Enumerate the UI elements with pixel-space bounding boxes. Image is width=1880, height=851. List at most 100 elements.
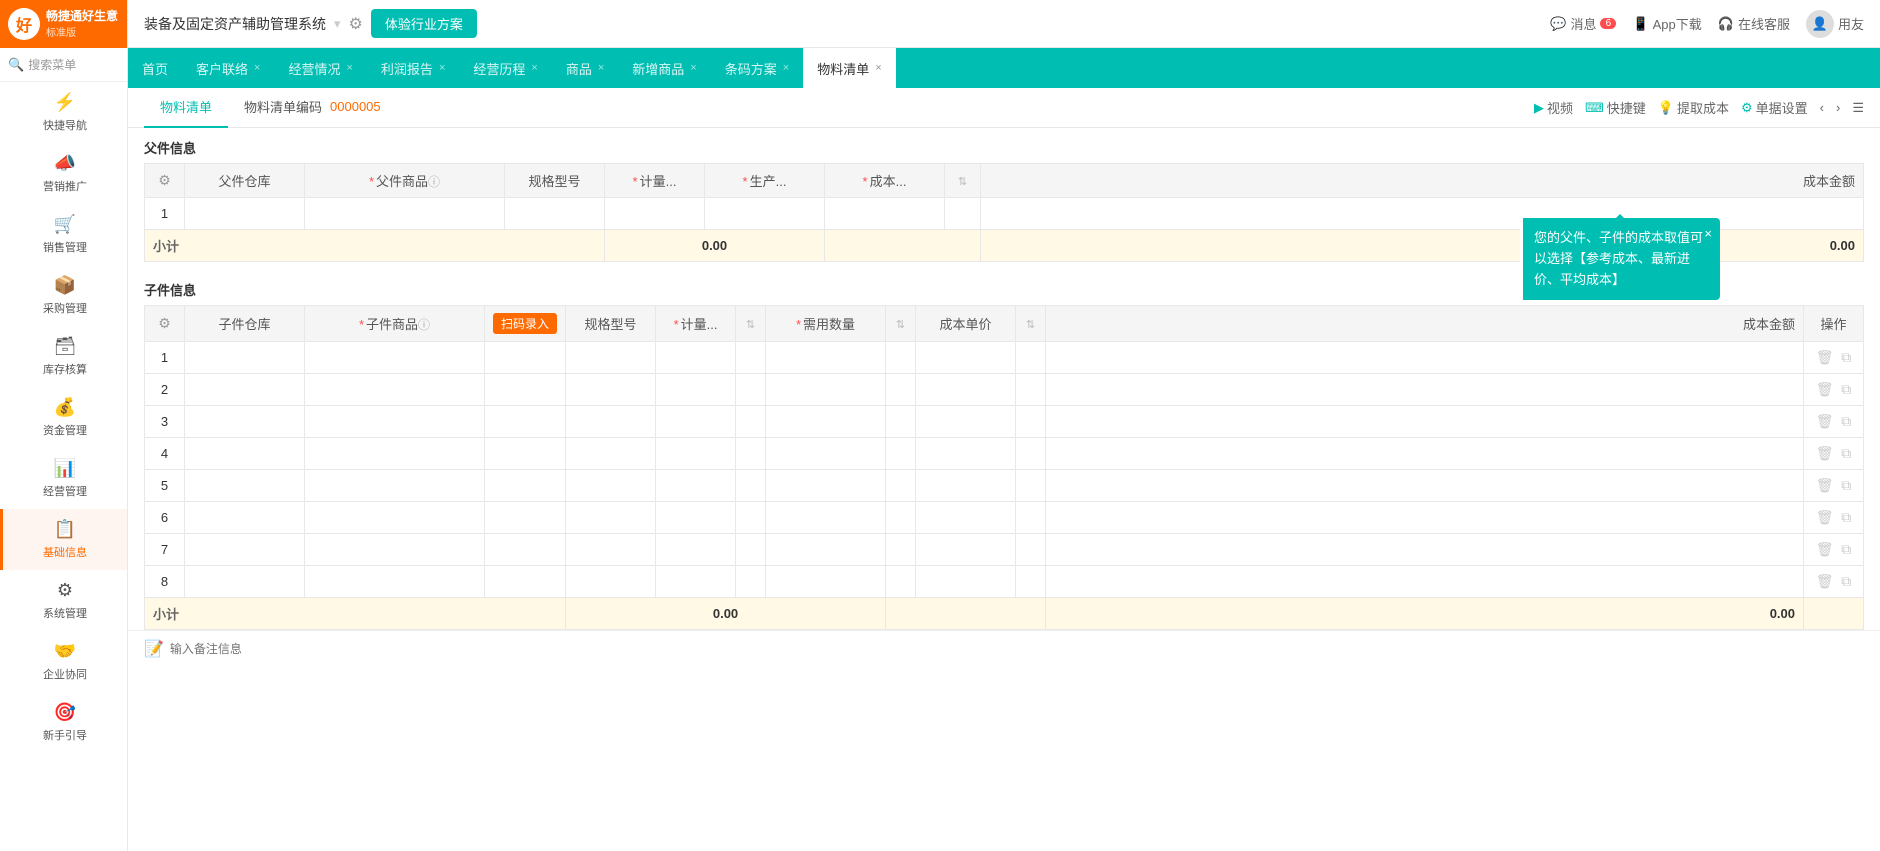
child-gear-icon[interactable]: ⚙ — [158, 315, 171, 331]
marketing-icon: 📣 — [54, 153, 76, 174]
nav-next[interactable]: › — [1836, 100, 1840, 115]
online-service-button[interactable]: 🎧 在线客服 — [1718, 14, 1790, 33]
shortcut-action[interactable]: ⌨ 快捷键 — [1585, 98, 1646, 117]
chevron-left-icon: ‹ — [1820, 100, 1824, 115]
doc-settings-action[interactable]: ⚙ 单据设置 — [1741, 98, 1808, 117]
scan-button[interactable]: 扫码录入 — [493, 313, 557, 334]
copy-icon-row7[interactable]: ⧉ — [1841, 541, 1851, 557]
child-row-1-qty[interactable] — [766, 342, 886, 374]
tab-barcode[interactable]: 条码方案 × — [711, 48, 803, 88]
child-col-spec: 规格型号 — [566, 306, 656, 342]
nav-prev[interactable]: ‹ — [1820, 100, 1824, 115]
parent-col-gear[interactable]: ⚙ — [145, 164, 185, 198]
gear-icon[interactable]: ⚙ — [158, 172, 171, 188]
tab-bom-close[interactable]: × — [875, 62, 881, 74]
sidebar-item-purchase[interactable]: 📦 采购管理 — [0, 265, 127, 326]
delete-icon-row3[interactable]: 🗑 — [1816, 413, 1834, 429]
tab-profit[interactable]: 利润报告 × — [367, 48, 459, 88]
app-download-button[interactable]: 📱 App下载 — [1632, 14, 1701, 33]
sidebar-item-basic[interactable]: 📋 基础信息 — [0, 509, 127, 570]
message-button[interactable]: 💬 消息 6 — [1550, 14, 1616, 33]
copy-icon-row1[interactable]: ⧉ — [1841, 349, 1851, 365]
child-row-5: 5 🗑 ⧉ — [145, 470, 1864, 502]
info-icon[interactable]: ⓘ — [428, 175, 440, 189]
tab-history-close[interactable]: × — [531, 62, 537, 74]
child-row-7: 7 🗑 ⧉ — [145, 534, 1864, 566]
tab-new-product-close[interactable]: × — [690, 62, 696, 74]
delete-icon-row7[interactable]: 🗑 — [1816, 541, 1834, 557]
delete-icon-row4[interactable]: 🗑 — [1816, 445, 1834, 461]
tab-customer-close[interactable]: × — [254, 62, 260, 74]
sidebar-item-marketing[interactable]: 📣 营销推广 — [0, 143, 127, 204]
tab-barcode-close[interactable]: × — [783, 62, 789, 74]
tooltip-text: 您的父件、子件的成本取值可以选择【参考成本、最新进价、平均成本】 — [1534, 230, 1703, 287]
child-row-3: 3 🗑 ⧉ — [145, 406, 1864, 438]
child-info-icon[interactable]: ⓘ — [418, 318, 430, 332]
child-row-1-unit[interactable] — [656, 342, 736, 374]
sidebar-item-operations[interactable]: 📊 经营管理 — [0, 448, 127, 509]
sidebar-item-inventory[interactable]: 🗃 库存核算 — [0, 326, 127, 387]
delete-icon-row8[interactable]: 🗑 — [1816, 573, 1834, 589]
bom-code: 0000005 — [330, 99, 381, 114]
parent-row-1-product[interactable] — [305, 198, 505, 230]
note-icon: 📝 — [144, 639, 164, 659]
tooltip-bar — [1520, 218, 1523, 300]
tab-home[interactable]: 首页 — [128, 48, 182, 88]
user-menu[interactable]: 👤 用友 — [1806, 10, 1864, 38]
trial-button[interactable]: 体验行业方案 — [371, 9, 477, 38]
extract-cost-action[interactable]: 💡 提取成本 — [1658, 98, 1729, 117]
tab-customer[interactable]: 客户联络 × — [182, 48, 274, 88]
child-col-scan[interactable]: 扫码录入 — [485, 306, 566, 342]
copy-icon-row2[interactable]: ⧉ — [1841, 381, 1851, 397]
copy-icon-row4[interactable]: ⧉ — [1841, 445, 1851, 461]
sidebar-item-system[interactable]: ⚙ 系统管理 — [0, 570, 127, 631]
subtab-bom-code[interactable]: 物料清单编码 0000005 — [228, 88, 397, 128]
note-input[interactable] — [170, 642, 1864, 656]
settings-icon[interactable]: ⚙ — [349, 14, 363, 34]
delete-icon-row1[interactable]: 🗑 — [1816, 349, 1834, 365]
parent-col-sort: ⇅ — [945, 164, 981, 198]
copy-icon-row5[interactable]: ⧉ — [1841, 477, 1851, 493]
tab-business[interactable]: 经营情况 × — [274, 48, 366, 88]
subtab-bom[interactable]: 物料清单 — [144, 88, 228, 128]
child-col-gear[interactable]: ⚙ — [145, 306, 185, 342]
child-row-1-warehouse[interactable] — [185, 342, 305, 374]
tooltip-close-button[interactable]: × — [1704, 224, 1712, 245]
copy-icon-row6[interactable]: ⧉ — [1841, 509, 1851, 525]
delete-icon-row5[interactable]: 🗑 — [1816, 477, 1834, 493]
tab-product[interactable]: 商品 × — [552, 48, 618, 88]
tab-history[interactable]: 经营历程 × — [459, 48, 551, 88]
parent-row-1-warehouse[interactable] — [185, 198, 305, 230]
inventory-icon: 🗃 — [54, 336, 77, 357]
copy-icon-row8[interactable]: ⧉ — [1841, 573, 1851, 589]
delete-icon-row6[interactable]: 🗑 — [1816, 509, 1834, 525]
sidebar-search[interactable]: 🔍 搜索菜单 — [0, 48, 127, 82]
parent-col-amount: 成本金额 — [981, 164, 1864, 198]
tab-business-close[interactable]: × — [346, 62, 352, 74]
parent-row-1-produce[interactable] — [705, 198, 825, 230]
child-row-1-product[interactable] — [305, 342, 485, 374]
child-row-1-unitcost[interactable] — [916, 342, 1016, 374]
video-action[interactable]: ▶ 视频 — [1534, 98, 1573, 117]
sidebar-item-quicknav[interactable]: ⚡ 快捷导航 — [0, 82, 127, 143]
parent-row-1-cost[interactable] — [825, 198, 945, 230]
child-row-1-spec[interactable] — [566, 342, 656, 374]
sidebar-item-enterprise[interactable]: 🤝 企业协同 — [0, 631, 127, 692]
delete-icon-row2[interactable]: 🗑 — [1816, 381, 1834, 397]
list-view-icon[interactable]: ☰ — [1852, 100, 1864, 116]
tab-product-close[interactable]: × — [598, 62, 604, 74]
copy-icon-row3[interactable]: ⧉ — [1841, 413, 1851, 429]
parent-row-1-spec[interactable] — [505, 198, 605, 230]
tab-profit-close[interactable]: × — [439, 62, 445, 74]
tab-bom[interactable]: 物料清单 × — [803, 48, 895, 88]
doc-settings-icon: ⚙ — [1741, 100, 1753, 116]
parent-row-1-unit[interactable] — [605, 198, 705, 230]
tooltip-popup: × 您的父件、子件的成本取值可以选择【参考成本、最新进价、平均成本】 — [1520, 218, 1720, 300]
parent-col-product: *父件商品ⓘ — [305, 164, 505, 198]
dropdown-arrow-icon[interactable]: ▾ — [334, 16, 341, 32]
sidebar-item-finance[interactable]: 💰 资金管理 — [0, 387, 127, 448]
sidebar-item-sales[interactable]: 🛒 销售管理 — [0, 204, 127, 265]
tab-new-product[interactable]: 新增商品 × — [618, 48, 710, 88]
parent-subtotal-value1: 0.00 — [605, 230, 825, 262]
sidebar-item-guide[interactable]: 🎯 新手引导 — [0, 692, 127, 753]
